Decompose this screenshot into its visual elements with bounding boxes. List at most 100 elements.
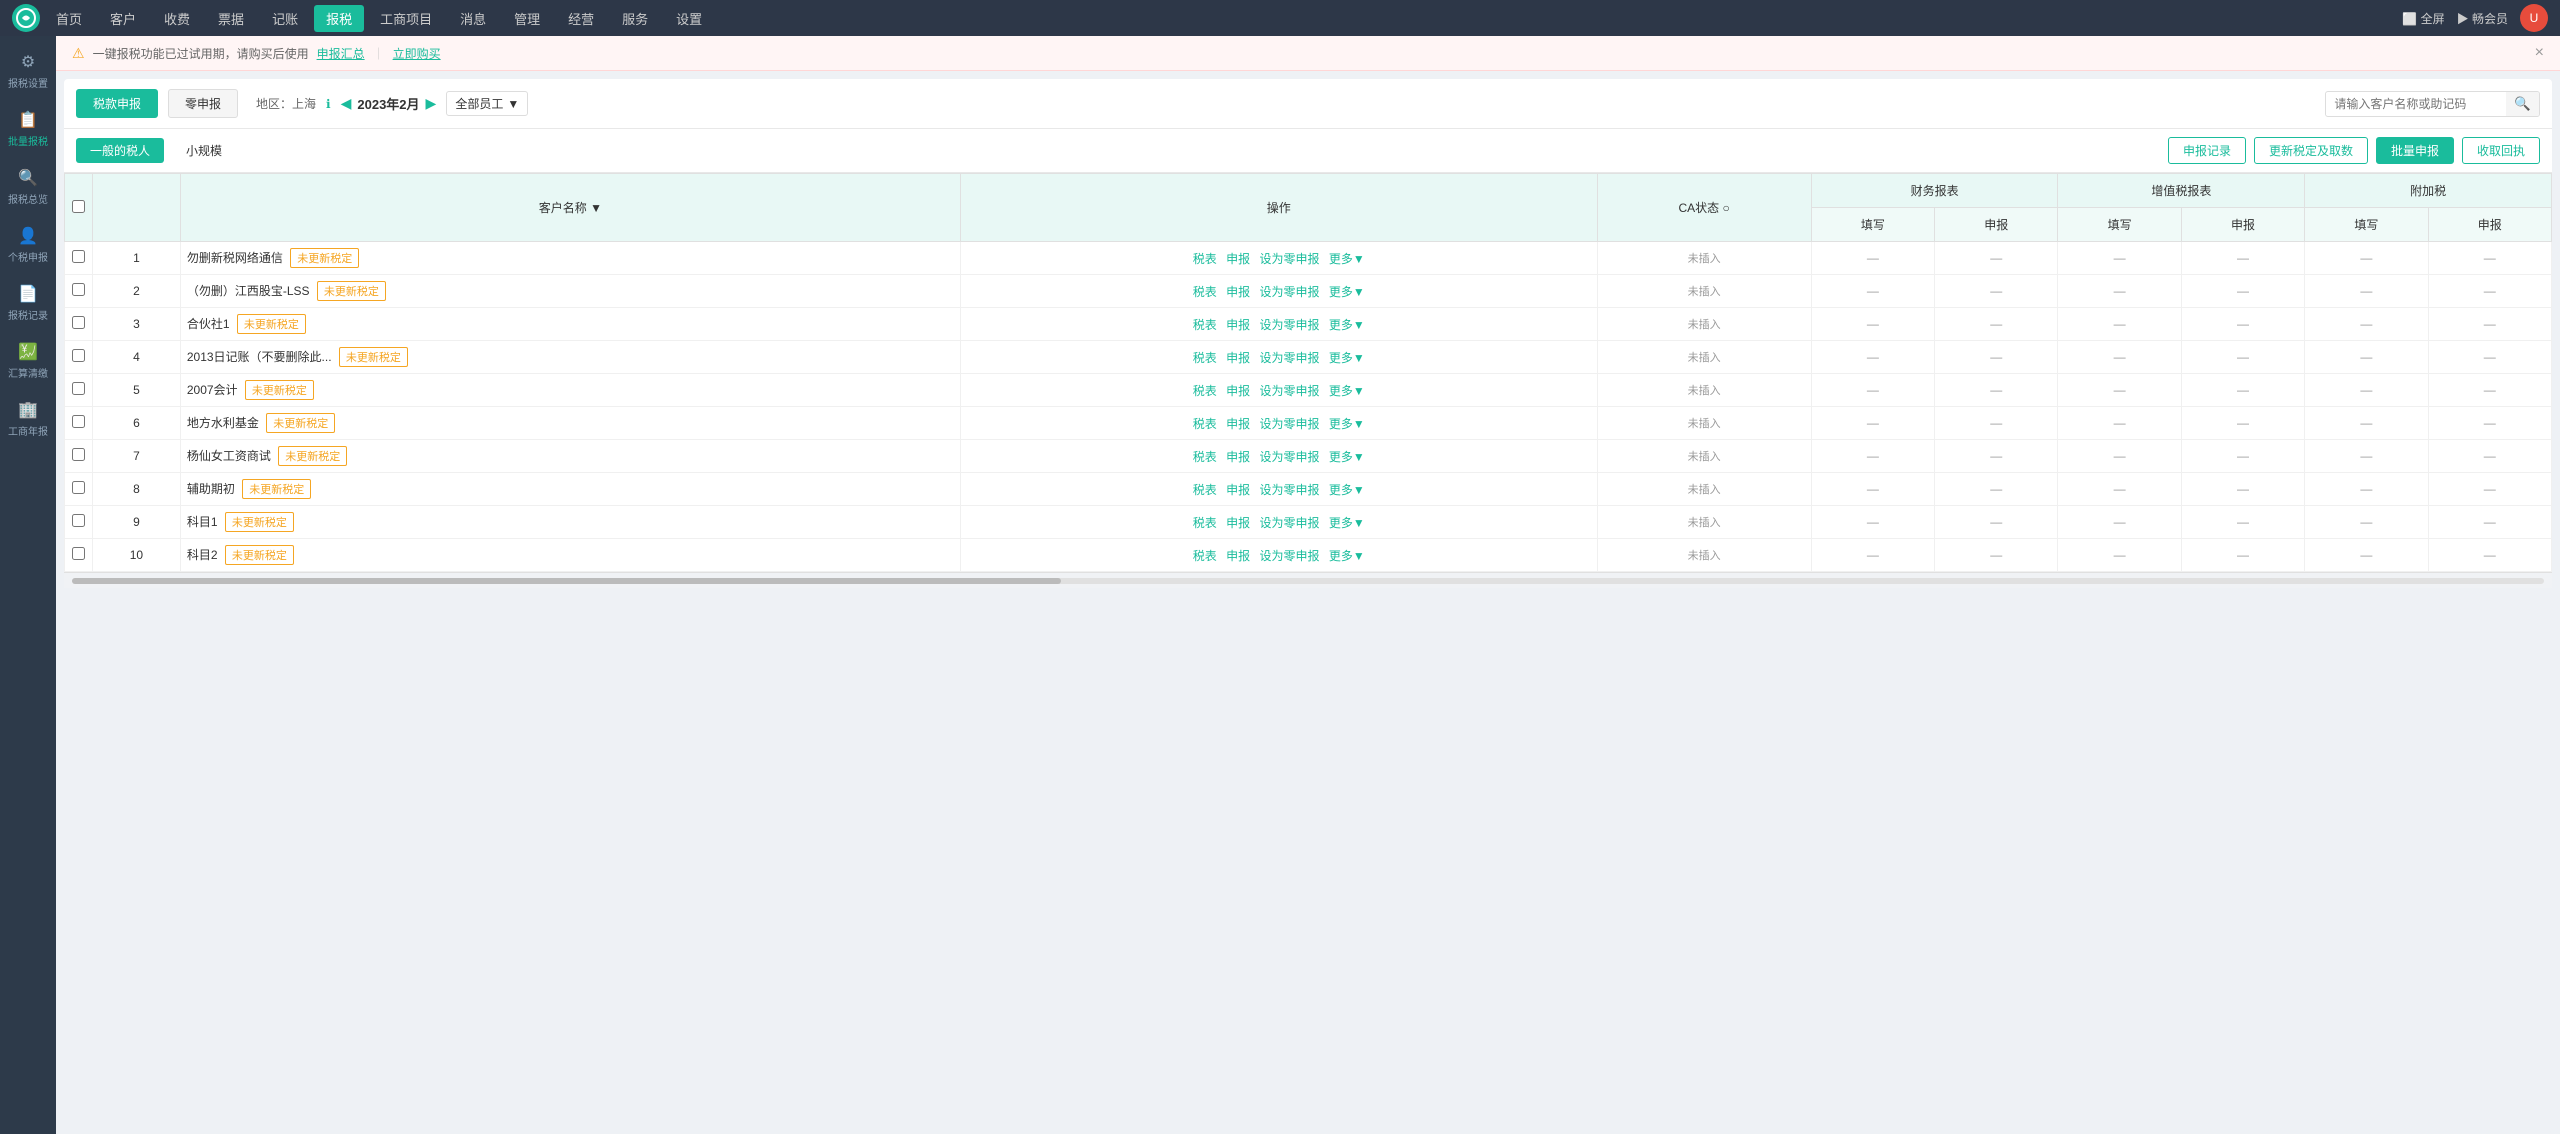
tab-general-taxpayer[interactable]: 一般的税人 [76, 138, 164, 163]
row-added-declare: — [2428, 440, 2551, 473]
row-checkbox-9[interactable] [72, 547, 85, 560]
row-checkbox-3[interactable] [72, 349, 85, 362]
action-tax-form[interactable]: 税表 [1193, 516, 1217, 530]
tab-small-scale[interactable]: 小规模 [172, 138, 236, 163]
action-tax-form[interactable]: 税表 [1193, 252, 1217, 266]
nav-manage[interactable]: 管理 [502, 5, 552, 32]
buy-now-link[interactable]: 立即购买 [393, 45, 441, 62]
action-declare[interactable]: 申报 [1226, 285, 1250, 299]
action-tax-form[interactable]: 税表 [1193, 483, 1217, 497]
action-tax-form[interactable]: 税表 [1193, 417, 1217, 431]
action-tax-form[interactable]: 税表 [1193, 450, 1217, 464]
nav-service[interactable]: 服务 [610, 5, 660, 32]
nav-operation[interactable]: 经营 [556, 5, 606, 32]
action-more[interactable]: 更多▼ [1329, 318, 1365, 332]
row-checkbox-1[interactable] [72, 283, 85, 296]
action-more[interactable]: 更多▼ [1329, 351, 1365, 365]
action-declare[interactable]: 申报 [1226, 549, 1250, 563]
action-more[interactable]: 更多▼ [1329, 384, 1365, 398]
row-checkbox-7[interactable] [72, 481, 85, 494]
action-declare[interactable]: 申报 [1226, 483, 1250, 497]
search-button[interactable]: 🔍 [2506, 92, 2539, 116]
nav-billing[interactable]: 收费 [152, 5, 202, 32]
row-checkbox-8[interactable] [72, 514, 85, 527]
horizontal-scrollbar[interactable] [64, 572, 2552, 588]
nav-message[interactable]: 消息 [448, 5, 498, 32]
sidebar-item-tax-overview[interactable]: 🔍 报税总览 [0, 160, 56, 214]
action-tax-form[interactable]: 税表 [1193, 384, 1217, 398]
action-tax-form[interactable]: 税表 [1193, 351, 1217, 365]
action-zero-declare[interactable]: 设为零申报 [1259, 417, 1319, 431]
action-tax-form[interactable]: 税表 [1193, 549, 1217, 563]
action-zero-declare[interactable]: 设为零申报 [1259, 384, 1319, 398]
type-row: 一般的税人 小规模 申报记录 更新税定及取数 批量申报 收取回执 [64, 129, 2552, 173]
action-more[interactable]: 更多▼ [1329, 285, 1365, 299]
fullscreen-btn[interactable]: ⬜ 全屏 [2402, 10, 2444, 27]
declaration-records-btn[interactable]: 申报记录 [2168, 137, 2246, 164]
row-tax-declare: — [2181, 407, 2304, 440]
action-more[interactable]: 更多▼ [1329, 450, 1365, 464]
action-more[interactable]: 更多▼ [1329, 417, 1365, 431]
action-more[interactable]: 更多▼ [1329, 252, 1365, 266]
employee-select[interactable]: 全部员工 ▼ [446, 91, 528, 116]
client-search-input[interactable] [2326, 93, 2506, 115]
nav-client[interactable]: 客户 [98, 5, 148, 32]
action-tax-form[interactable]: 税表 [1193, 318, 1217, 332]
action-declare[interactable]: 申报 [1226, 318, 1250, 332]
row-tax-declare: — [2181, 275, 2304, 308]
action-declare[interactable]: 申报 [1226, 384, 1250, 398]
nav-accounting[interactable]: 记账 [260, 5, 310, 32]
nav-home[interactable]: 首页 [44, 5, 94, 32]
sidebar-item-batch-tax[interactable]: 📋 批量报税 [0, 102, 56, 156]
action-more[interactable]: 更多▼ [1329, 549, 1365, 563]
action-zero-declare[interactable]: 设为零申报 [1259, 450, 1319, 464]
action-zero-declare[interactable]: 设为零申报 [1259, 318, 1319, 332]
nav-business[interactable]: 工商项目 [368, 5, 444, 32]
row-checkbox-6[interactable] [72, 448, 85, 461]
action-zero-declare[interactable]: 设为零申报 [1259, 483, 1319, 497]
banner-close-btn[interactable]: × [2535, 44, 2544, 62]
nav-tax[interactable]: 报税 [314, 5, 364, 32]
row-checkbox-0[interactable] [72, 250, 85, 263]
sidebar-label-annual-report: 工商年报 [8, 423, 48, 438]
collect-receipt-btn[interactable]: 收取回执 [2462, 137, 2540, 164]
action-more[interactable]: 更多▼ [1329, 516, 1365, 530]
action-zero-declare[interactable]: 设为零申报 [1259, 516, 1319, 530]
tab-tax-declaration[interactable]: 税款申报 [76, 89, 158, 118]
nav-invoice[interactable]: 票据 [206, 5, 256, 32]
action-declare[interactable]: 申报 [1226, 516, 1250, 530]
prev-month-btn[interactable]: ◀ [341, 95, 352, 112]
row-checkbox-2[interactable] [72, 316, 85, 329]
action-zero-declare[interactable]: 设为零申报 [1259, 252, 1319, 266]
sidebar-item-tax-records[interactable]: 📄 报税记录 [0, 276, 56, 330]
row-checkbox-5[interactable] [72, 415, 85, 428]
row-ca-status: 未插入 [1597, 473, 1811, 506]
action-tax-form[interactable]: 税表 [1193, 285, 1217, 299]
sidebar-item-personal-tax[interactable]: 👤 个税申报 [0, 218, 56, 272]
sidebar-item-tax-settings[interactable]: ⚙ 报税设置 [0, 44, 56, 98]
action-declare[interactable]: 申报 [1226, 417, 1250, 431]
action-declare[interactable]: 申报 [1226, 252, 1250, 266]
member-btn[interactable]: ▶ 畅会员 [2457, 10, 2508, 27]
next-month-btn[interactable]: ▶ [426, 95, 437, 112]
update-tax-btn[interactable]: 更新税定及取数 [2254, 137, 2368, 164]
select-all-checkbox[interactable] [72, 200, 85, 213]
action-declare[interactable]: 申报 [1226, 351, 1250, 365]
region-info-icon[interactable]: ℹ [326, 97, 331, 111]
declaration-summary-link[interactable]: 申报汇总 [317, 45, 365, 62]
row-checkbox-4[interactable] [72, 382, 85, 395]
action-zero-declare[interactable]: 设为零申报 [1259, 549, 1319, 563]
row-finance-fill: — [1811, 440, 1934, 473]
action-zero-declare[interactable]: 设为零申报 [1259, 285, 1319, 299]
sidebar-item-annual-report[interactable]: 🏢 工商年报 [0, 392, 56, 446]
nav-settings[interactable]: 设置 [664, 5, 714, 32]
action-more[interactable]: 更多▼ [1329, 483, 1365, 497]
tax-overview-icon: 🔍 [18, 168, 38, 188]
row-finance-fill: — [1811, 308, 1934, 341]
action-zero-declare[interactable]: 设为零申报 [1259, 351, 1319, 365]
action-declare[interactable]: 申报 [1226, 450, 1250, 464]
batch-declare-btn[interactable]: 批量申报 [2376, 137, 2454, 164]
sidebar-item-settlement[interactable]: 💹 汇算清缴 [0, 334, 56, 388]
tab-zero-declaration[interactable]: 零申报 [168, 89, 238, 118]
user-avatar[interactable]: U [2520, 4, 2548, 32]
